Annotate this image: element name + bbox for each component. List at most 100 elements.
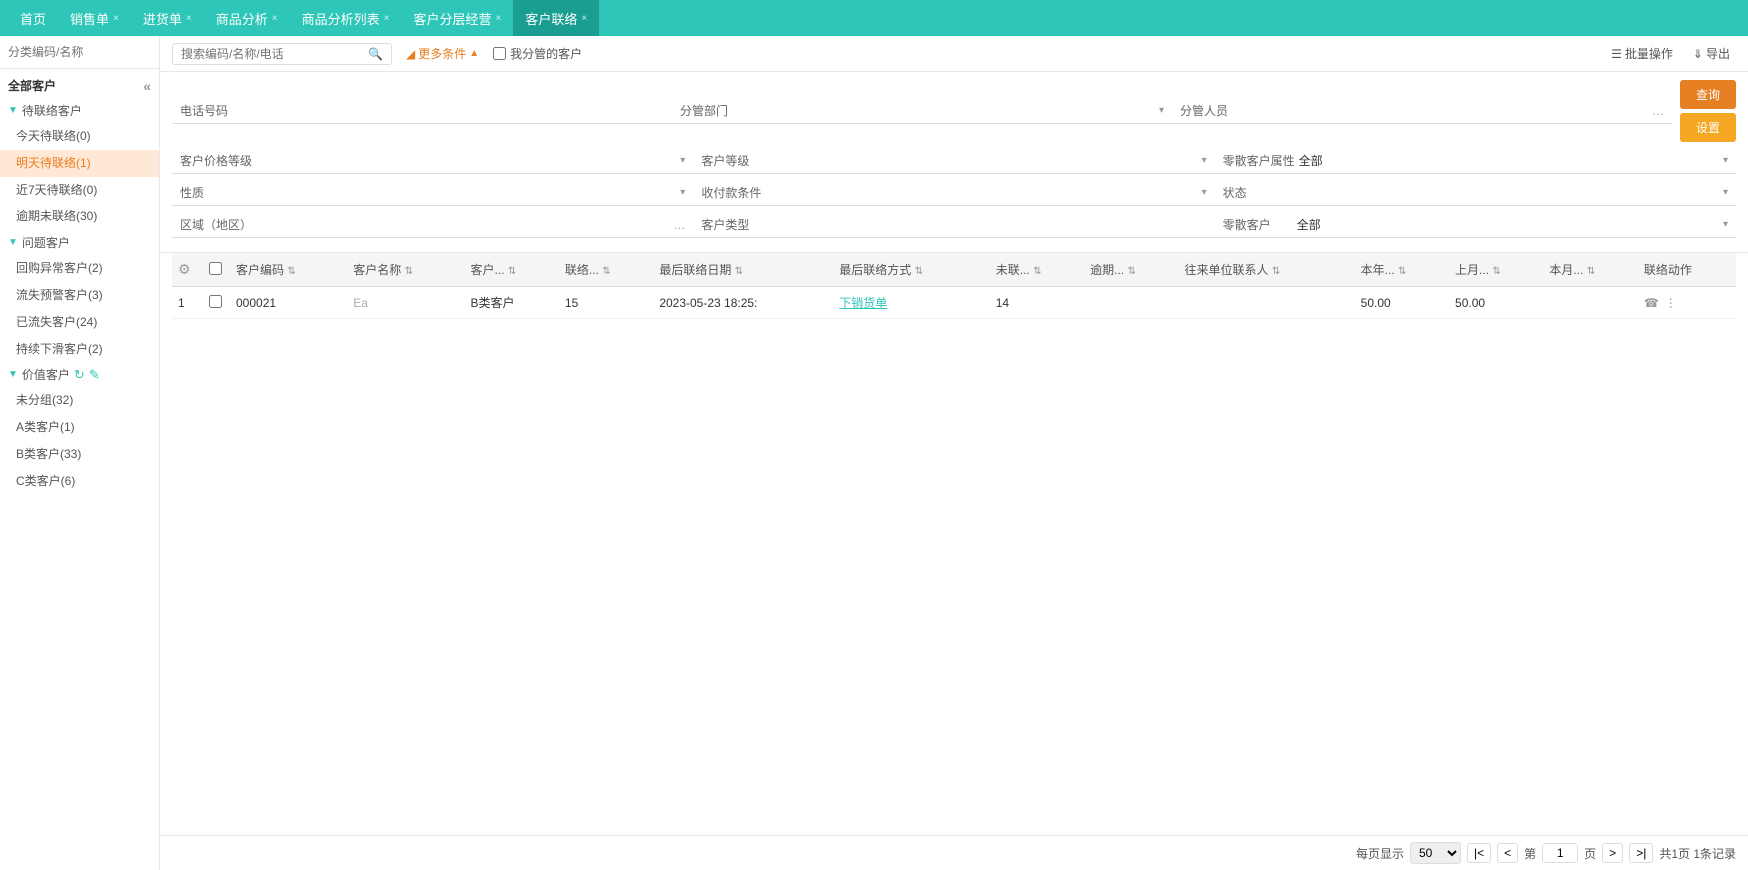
search-input[interactable] [181,47,364,61]
sidebar-item-ungrouped[interactable]: 未分组(32) [0,387,159,414]
sidebar-item-class-b[interactable]: B类客户(33) [0,441,159,468]
filter-price-level-input[interactable] [256,154,676,168]
filter-customer-level-arrow[interactable]: ▾ [1202,155,1207,166]
th-last-month[interactable]: 上月... ⇅ [1449,253,1543,287]
row-last-date-value: 2023-05-23 18:25: [659,296,757,310]
filter-customer-type-input[interactable] [775,218,1206,232]
nav-analysis-close[interactable]: × [272,13,278,24]
filter-retail-customer-arrow[interactable]: ▾ [1723,219,1728,230]
filter-status-input[interactable] [1297,186,1719,200]
th-partner-contact-label: 往来单位联系人 [1185,263,1269,277]
th-last-date[interactable]: 最后联络日期 ⇅ [653,253,833,287]
filter-person-more[interactable]: … [1652,104,1664,118]
filter-person-input[interactable] [1254,104,1648,118]
sidebar-item-overdue[interactable]: 逾期未联络(30) [0,203,159,230]
table-gear-icon[interactable]: ⚙ [178,261,191,277]
export-label: 导出 [1706,45,1730,62]
th-name[interactable]: 客户名称 ⇅ [347,253,464,287]
group-pending-contact[interactable]: ▼ 待联络客户 [0,98,159,123]
chevron-up-icon: ▲ [469,48,479,59]
prev-page-btn[interactable]: < [1497,843,1518,863]
group-problem-customers[interactable]: ▼ 问题客户 [0,230,159,255]
th-this-year[interactable]: 本年... ⇅ [1355,253,1449,287]
row-checkbox[interactable] [209,295,222,308]
nav-analysis-list[interactable]: 商品分析列表 × [290,0,402,36]
sidebar-collapse-icon[interactable]: « [143,78,151,94]
sidebar-search-input[interactable] [8,45,160,59]
nav-customer-contact-label: 客户联络 [525,9,577,28]
filter-region-more[interactable]: … [673,218,685,232]
th-last-method[interactable]: 最后联络方式 ⇅ [833,253,990,287]
filter-gender-label: 性质 [180,184,250,201]
nav-customer-contact-close[interactable]: × [581,13,587,24]
nav-sales-close[interactable]: × [113,13,119,24]
row-no-contact: 14 [990,287,1084,319]
th-no-contact[interactable]: 未联... ⇅ [990,253,1084,287]
th-no-contact-label: 未联... [996,263,1030,277]
nav-customer-tier-close[interactable]: × [495,13,501,24]
sidebar-item-class-c[interactable]: C类客户(6) [0,468,159,495]
group-value-refresh[interactable]: ↻ [74,367,85,383]
filter-region-input[interactable] [256,218,669,232]
sidebar-item-ungrouped-label: 未分组(32) [16,393,73,407]
row-action-grid-icon[interactable]: ⋮ [1665,296,1677,310]
nav-purchase[interactable]: 进货单 × [131,0,204,36]
page-input[interactable] [1542,843,1578,863]
row-last-method-link[interactable]: 下销货单 [839,296,887,310]
filter-gender-input[interactable] [254,186,676,200]
filter-phone-input[interactable] [254,104,664,118]
group-value-edit[interactable]: ✎ [89,367,100,383]
nav-purchase-close[interactable]: × [186,13,192,24]
th-overdue[interactable]: 逾期... ⇅ [1084,253,1178,287]
filter-row-1: 电话号码 分管部门 ▾ 分管人员 … 查询 设置 [172,80,1736,142]
nav-customer-contact[interactable]: 客户联络 × [513,0,599,36]
filter-retail-attr-arrow[interactable]: ▾ [1723,155,1728,166]
th-code[interactable]: 客户编码 ⇅ [230,253,347,287]
th-type[interactable]: 客户... ⇅ [465,253,559,287]
filter-customer-level-label: 客户等级 [701,152,771,169]
my-customers-checkbox[interactable] [493,47,506,60]
th-type-sort-icon: ⇅ [508,266,516,277]
group-value-customers[interactable]: ▼ 价值客户 ↻ ✎ [0,362,159,387]
sidebar-item-tomorrow[interactable]: 明天待联络(1) [0,150,159,177]
nav-customer-tier[interactable]: 客户分层经营 × [401,0,513,36]
sidebar-item-today[interactable]: 今天待联络(0) [0,123,159,150]
nav-sales[interactable]: 销售单 × [58,0,131,36]
filter-dept-input[interactable] [754,104,1155,118]
th-partner-contact[interactable]: 往来单位联系人 ⇅ [1179,253,1355,287]
more-conditions-btn[interactable]: ◢ 更多条件 ▲ [400,42,485,65]
filter-price-level-arrow[interactable]: ▾ [680,155,685,166]
setting-button[interactable]: 设置 [1680,113,1736,142]
filter-row-3: 性质 ▾ 收付款条件 ▾ 状态 ▾ [172,180,1736,206]
filter-status-arrow[interactable]: ▾ [1723,187,1728,198]
filter-person-label: 分管人员 [1180,102,1250,119]
row-checkbox-cell [200,287,230,319]
query-button[interactable]: 查询 [1680,80,1736,109]
filter-payment-input[interactable] [775,186,1197,200]
nav-analysis-list-close[interactable]: × [384,13,390,24]
filter-customer-level-input[interactable] [775,154,1197,168]
export-btn[interactable]: ⇓ 导出 [1687,42,1736,65]
last-page-btn[interactable]: >| [1629,843,1653,863]
batch-ops-btn[interactable]: ☰ 批量操作 [1605,42,1679,65]
filter-dept-arrow[interactable]: ▾ [1159,105,1164,116]
sidebar-item-7days[interactable]: 近7天待联络(0) [0,177,159,204]
th-contact-count[interactable]: 联络... ⇅ [559,253,653,287]
th-this-month[interactable]: 本月... ⇅ [1543,253,1637,287]
next-page-btn[interactable]: > [1602,843,1623,863]
th-last-method-sort-icon: ⇅ [915,266,923,277]
sidebar-item-repurchase-abnormal[interactable]: 回购异常客户(2) [0,255,159,282]
sidebar-item-churn-warning[interactable]: 流失预警客户(3) [0,282,159,309]
filter-payment-arrow[interactable]: ▾ [1202,187,1207,198]
row-action-phone-icon[interactable]: ☎ [1644,296,1659,310]
nav-analysis[interactable]: 商品分析 × [204,0,290,36]
nav-home[interactable]: 首页 [8,0,58,36]
sidebar-item-churned[interactable]: 已流失客户(24) [0,309,159,336]
select-all-checkbox[interactable] [209,262,222,275]
page-size-select[interactable]: 50 100 200 [1410,842,1461,864]
sidebar-item-declining[interactable]: 持续下滑客户(2) [0,336,159,363]
first-page-btn[interactable]: |< [1467,843,1491,863]
search-icon[interactable]: 🔍 [368,47,383,61]
sidebar-item-class-a[interactable]: A类客户(1) [0,414,159,441]
filter-gender-arrow[interactable]: ▾ [680,187,685,198]
